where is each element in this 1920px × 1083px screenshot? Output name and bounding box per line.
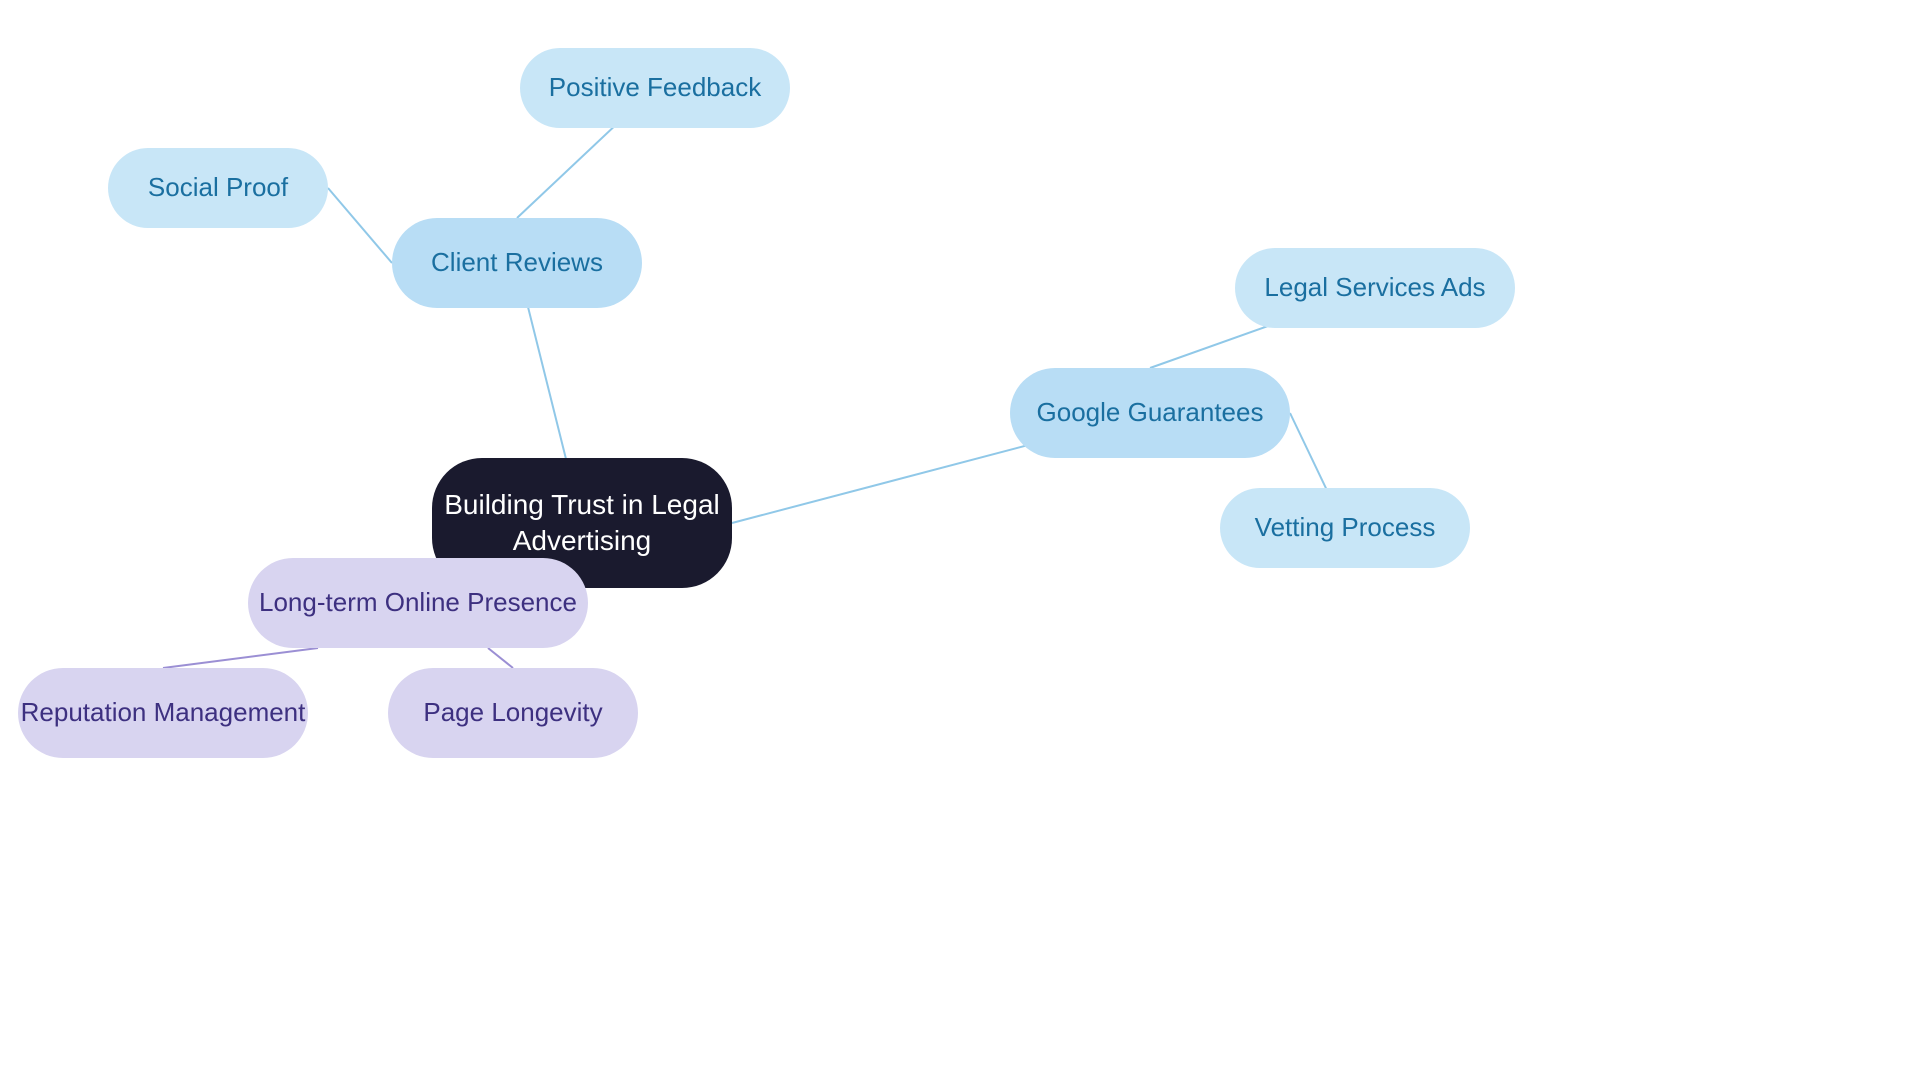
vetting-process-label: Vetting Process	[1255, 511, 1436, 545]
longterm-online-node: Long-term Online Presence	[248, 558, 588, 648]
positive-feedback-node: Positive Feedback	[520, 48, 790, 128]
longterm-online-label: Long-term Online Presence	[259, 586, 577, 620]
page-longevity-label: Page Longevity	[423, 696, 602, 730]
google-guarantees-node: Google Guarantees	[1010, 368, 1290, 458]
vetting-process-node: Vetting Process	[1220, 488, 1470, 568]
center-node-label: Building Trust in Legal Advertising	[432, 487, 732, 560]
google-guarantees-label: Google Guarantees	[1037, 396, 1264, 430]
reputation-mgmt-label: Reputation Management	[21, 696, 306, 730]
positive-feedback-label: Positive Feedback	[549, 71, 761, 105]
legal-services-ads-label: Legal Services Ads	[1264, 271, 1485, 305]
reputation-mgmt-node: Reputation Management	[18, 668, 308, 758]
client-reviews-label: Client Reviews	[431, 246, 603, 280]
social-proof-node: Social Proof	[108, 148, 328, 228]
legal-services-ads-node: Legal Services Ads	[1235, 248, 1515, 328]
social-proof-label: Social Proof	[148, 171, 288, 205]
client-reviews-node: Client Reviews	[392, 218, 642, 308]
page-longevity-node: Page Longevity	[388, 668, 638, 758]
